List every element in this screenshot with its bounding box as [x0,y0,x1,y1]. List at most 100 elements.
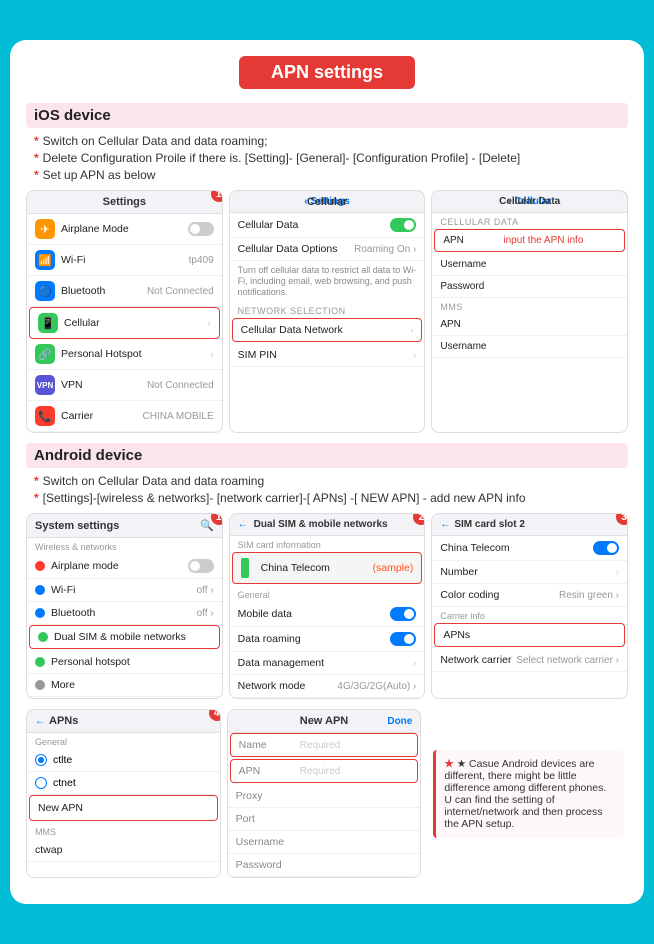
android-screen-2: 2 ← Dual SIM & mobile networks SIM card … [229,513,426,699]
ios-screens-row: 1 Settings ✈ Airplane Mode 📶 Wi-Fi tp409 [26,190,628,433]
mms-apn-row[interactable]: APN [432,314,627,336]
sim-pin-row[interactable]: SIM PIN › [230,344,425,367]
ctnet-row[interactable]: ctnet [27,772,220,795]
page-title: APN settings [239,56,415,89]
back-arrow-and3[interactable]: ← [440,519,450,530]
newapn-username-row[interactable]: Username [228,831,421,854]
android-row-dual-sim[interactable]: Dual SIM & mobile networks [29,625,220,649]
ios-header: iOS device [26,103,628,128]
android-screen1-body: Wireless & networks Airplane mode Wi-Fi … [27,538,222,697]
airplane-icon: ✈ [35,219,55,239]
sim2-apns[interactable]: APNs [434,623,625,647]
carrier-info-label: Carrier info [432,607,627,623]
ios-row-cellular[interactable]: 📱 Cellular › [29,307,220,339]
mobile-data-toggle[interactable] [390,607,416,621]
ctnet-radio[interactable] [35,777,47,789]
ios-screen2-header: ‹ Settings Cellular [230,191,425,213]
android-screen5-body: Name Required APN Required Proxy Port Us [228,733,421,877]
ios-row-carrier[interactable]: 📞 Carrier CHINA MOBILE [27,401,222,432]
cellular-data-toggle[interactable] [390,218,416,232]
android-screen2-body: SIM card information China Telecom (samp… [230,536,425,698]
android-row-bluetooth[interactable]: Bluetooth off › [27,602,222,625]
android-section: Android device Switch on Cellular Data a… [26,443,628,878]
android-screen3-body: China Telecom Number › Color coding Resi… [432,536,627,672]
android-screens-row-2: 4 ← APNs General ctlte ctnet [26,709,628,878]
apn-input-row[interactable]: APN input the APN info [434,229,625,252]
vpn-icon: VPN [35,375,55,395]
ios-screen-2: 2 ‹ Settings Cellular Cellular Data Cell… [229,190,426,433]
ios-row-hotspot[interactable]: 🔗 Personal Hotspot › [27,339,222,370]
back-arrow-and4[interactable]: ← [35,716,45,727]
cellular-data-label: CELLULAR DATA [432,213,627,229]
ctlte-radio[interactable] [35,754,47,766]
android-row-hotspot[interactable]: Personal hotspot [27,651,222,674]
android-screen5-header: New APN Done [228,710,421,733]
network-selection-label: Network Selection [230,302,425,318]
android-screen1-header: System settings 🔍 [27,514,222,538]
done-button[interactable]: Done [387,716,412,727]
android-row-wifi[interactable]: Wi-Fi off › [27,579,222,602]
carrier-icon: 📞 [35,406,55,426]
ios-section: iOS device Switch on Cellular Data and d… [26,103,628,433]
ctwap-row[interactable]: ctwap [27,839,220,862]
china-telecom-row[interactable]: China Telecom (sample) [232,552,423,584]
apn-username-row[interactable]: Username [432,254,627,276]
cellular-data-options-row[interactable]: Cellular Data Options Roaming On › [230,238,425,261]
ios-screen1-header: Settings [27,191,222,214]
newapn-apn-row[interactable]: APN Required [230,759,419,783]
china-telecom-toggle[interactable] [593,541,619,555]
sim2-color[interactable]: Color coding Resin green › [432,584,627,607]
sim2-number[interactable]: Number › [432,561,627,584]
wifi-dot [35,585,45,595]
network-mode-row[interactable]: Network mode 4G/3G/2G(Auto) › [230,675,425,698]
mobile-data-row: Mobile data [230,602,425,627]
android-screens-row-1: 1 System settings 🔍 Wireless & networks … [26,513,628,699]
airplane-dot [35,561,45,571]
android-bullet-1: Switch on Cellular Data and data roaming [34,474,628,488]
ctlte-row[interactable]: ctlte [27,749,220,772]
android-bullet-2: [Settings]-[wireless & networks]- [netwo… [34,491,628,505]
ios-row-wifi: 📶 Wi-Fi tp409 [27,245,222,276]
android-screen-4: 4 ← APNs General ctlte ctnet [26,709,221,878]
data-roaming-row: Data roaming [230,627,425,652]
chevron-dm: › [413,658,416,669]
cellular-desc: Turn off cellular data to restrict all d… [230,261,425,302]
android-row-more[interactable]: More [27,674,222,697]
sim2-china-telecom: China Telecom [432,536,627,561]
android-screen-5: 5 New APN Done Name Required APN Require… [227,709,422,878]
ios-screen2-body: Cellular Data Cellular Data Options Roam… [230,213,425,367]
general-apn-label: General [27,733,220,749]
ios-bullet-1: Switch on Cellular Data and data roaming… [34,134,628,148]
airplane-toggle-and[interactable] [188,559,214,573]
ios-row-airplane: ✈ Airplane Mode [27,214,222,245]
ios-bullet-3: Set up APN as below [34,168,628,182]
cellular-data-row: Cellular Data [230,213,425,238]
main-card: APN settings iOS device Switch on Cellul… [10,40,644,904]
newapn-password-row[interactable]: Password [228,854,421,877]
android-screen-3: 3 ← SIM card slot 2 China Telecom Number… [431,513,628,699]
android-row-airplane: Airplane mode [27,554,222,579]
mms-username-row[interactable]: Username [432,336,627,358]
ios-row-vpn[interactable]: VPN VPN Not Connected [27,370,222,401]
back-arrow-and2[interactable]: ← [238,519,248,530]
sim-bar [241,558,249,578]
chevron-icon-2: › [210,349,213,360]
android-screen-1: 1 System settings 🔍 Wireless & networks … [26,513,223,699]
newapn-proxy-row[interactable]: Proxy [228,785,421,808]
data-management-row[interactable]: Data management › [230,652,425,675]
ios-screen1-body: ✈ Airplane Mode 📶 Wi-Fi tp409 🔵 Bluetoot… [27,214,222,432]
sim2-network-carrier[interactable]: Network carrier Select network carrier › [432,649,627,672]
newapn-name-row[interactable]: Name Required [230,733,419,757]
data-roaming-toggle[interactable] [390,632,416,646]
ios-screen3-header: ‹ Cellular Cellular Data [432,191,627,213]
airplane-toggle[interactable] [188,222,214,236]
ios-screen3-body: CELLULAR DATA APN input the APN info Use… [432,213,627,358]
android-note: ★ ★ Casue Android devices are different,… [433,750,624,838]
general-label-and2: General [230,586,425,602]
newapn-port-row[interactable]: Port [228,808,421,831]
ios-screen-3: 3 ‹ Cellular Cellular Data CELLULAR DATA… [431,190,628,433]
cellular-data-network-row[interactable]: Cellular Data Network › [232,318,423,342]
new-apn-row[interactable]: New APN [29,795,218,821]
apn-password-row[interactable]: Password [432,276,627,298]
wifi-icon: 📶 [35,250,55,270]
